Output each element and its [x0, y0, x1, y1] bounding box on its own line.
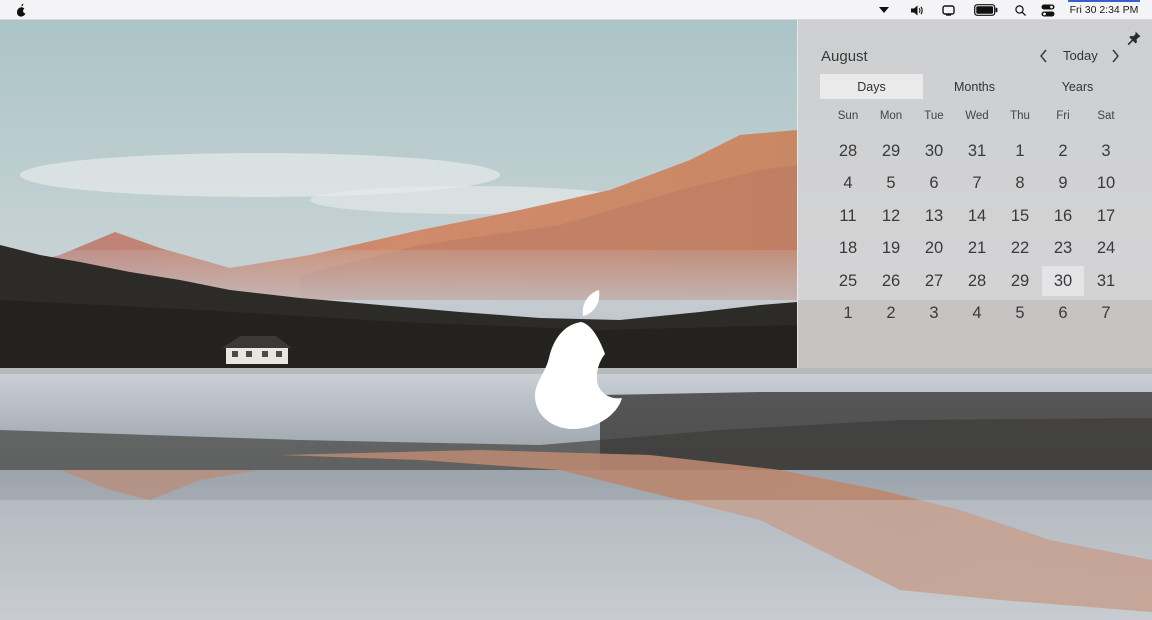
calendar-day[interactable]: 3	[913, 298, 955, 328]
calendar-day[interactable]: 7	[1085, 298, 1127, 328]
calendar-day[interactable]: 6	[913, 168, 955, 198]
calendar-day[interactable]: 18	[827, 233, 869, 263]
calendar-day[interactable]: 31	[1085, 266, 1127, 296]
calendar-day[interactable]: 16	[1042, 201, 1084, 231]
calendar-day-grid: 28 29 30 31 1 2 3 4 5 6 7 8 9 10 11 12 13 14 15 16 17 18 19 20 2…	[798, 20, 1152, 368]
menu-bar: Fri 30 2:34 PM	[0, 0, 1152, 20]
display-icon[interactable]	[940, 0, 956, 20]
calendar-day[interactable]: 19	[870, 233, 912, 263]
apple-logo-icon	[533, 288, 625, 431]
calendar-day[interactable]: 5	[870, 168, 912, 198]
calendar-day[interactable]: 29	[870, 136, 912, 166]
volume-icon[interactable]	[909, 0, 925, 20]
apple-logo-icon[interactable]	[15, 3, 27, 17]
calendar-popover: August Today Days Months Years Sun Mon T…	[797, 20, 1152, 368]
calendar-day[interactable]: 2	[870, 298, 912, 328]
calendar-day[interactable]: 1	[999, 136, 1041, 166]
calendar-day[interactable]: 2	[1042, 136, 1084, 166]
search-icon[interactable]	[1013, 0, 1027, 20]
calendar-day[interactable]: 6	[1042, 298, 1084, 328]
calendar-day[interactable]: 30	[913, 136, 955, 166]
calendar-day[interactable]: 28	[956, 266, 998, 296]
calendar-day[interactable]: 9	[1042, 168, 1084, 198]
calendar-day[interactable]: 1	[827, 298, 869, 328]
calendar-day[interactable]: 8	[999, 168, 1041, 198]
calendar-day[interactable]: 4	[827, 168, 869, 198]
calendar-day[interactable]: 4	[956, 298, 998, 328]
calendar-day[interactable]: 13	[913, 201, 955, 231]
calendar-day[interactable]: 30	[1042, 266, 1084, 296]
calendar-day[interactable]: 7	[956, 168, 998, 198]
calendar-day[interactable]: 11	[827, 201, 869, 231]
calendar-day[interactable]: 31	[956, 136, 998, 166]
calendar-day[interactable]: 3	[1085, 136, 1127, 166]
calendar-day[interactable]: 26	[870, 266, 912, 296]
calendar-day[interactable]: 14	[956, 201, 998, 231]
calendar-day[interactable]: 27	[913, 266, 955, 296]
calendar-day[interactable]: 24	[1085, 233, 1127, 263]
calendar-day[interactable]: 5	[999, 298, 1041, 328]
calendar-day[interactable]: 29	[999, 266, 1041, 296]
calendar-day[interactable]: 15	[999, 201, 1041, 231]
dropdown-arrow-icon[interactable]	[877, 0, 891, 20]
control-center-icon[interactable]	[1040, 0, 1056, 20]
calendar-day[interactable]: 28	[827, 136, 869, 166]
calendar-day[interactable]: 17	[1085, 201, 1127, 231]
menu-clock[interactable]: Fri 30 2:34 PM	[1066, 0, 1142, 20]
calendar-day[interactable]: 10	[1085, 168, 1127, 198]
calendar-day[interactable]: 12	[870, 201, 912, 231]
calendar-day[interactable]: 22	[999, 233, 1041, 263]
calendar-day[interactable]: 21	[956, 233, 998, 263]
calendar-day[interactable]: 20	[913, 233, 955, 263]
calendar-day[interactable]: 25	[827, 266, 869, 296]
calendar-day[interactable]: 23	[1042, 233, 1084, 263]
battery-icon[interactable]	[973, 0, 999, 20]
